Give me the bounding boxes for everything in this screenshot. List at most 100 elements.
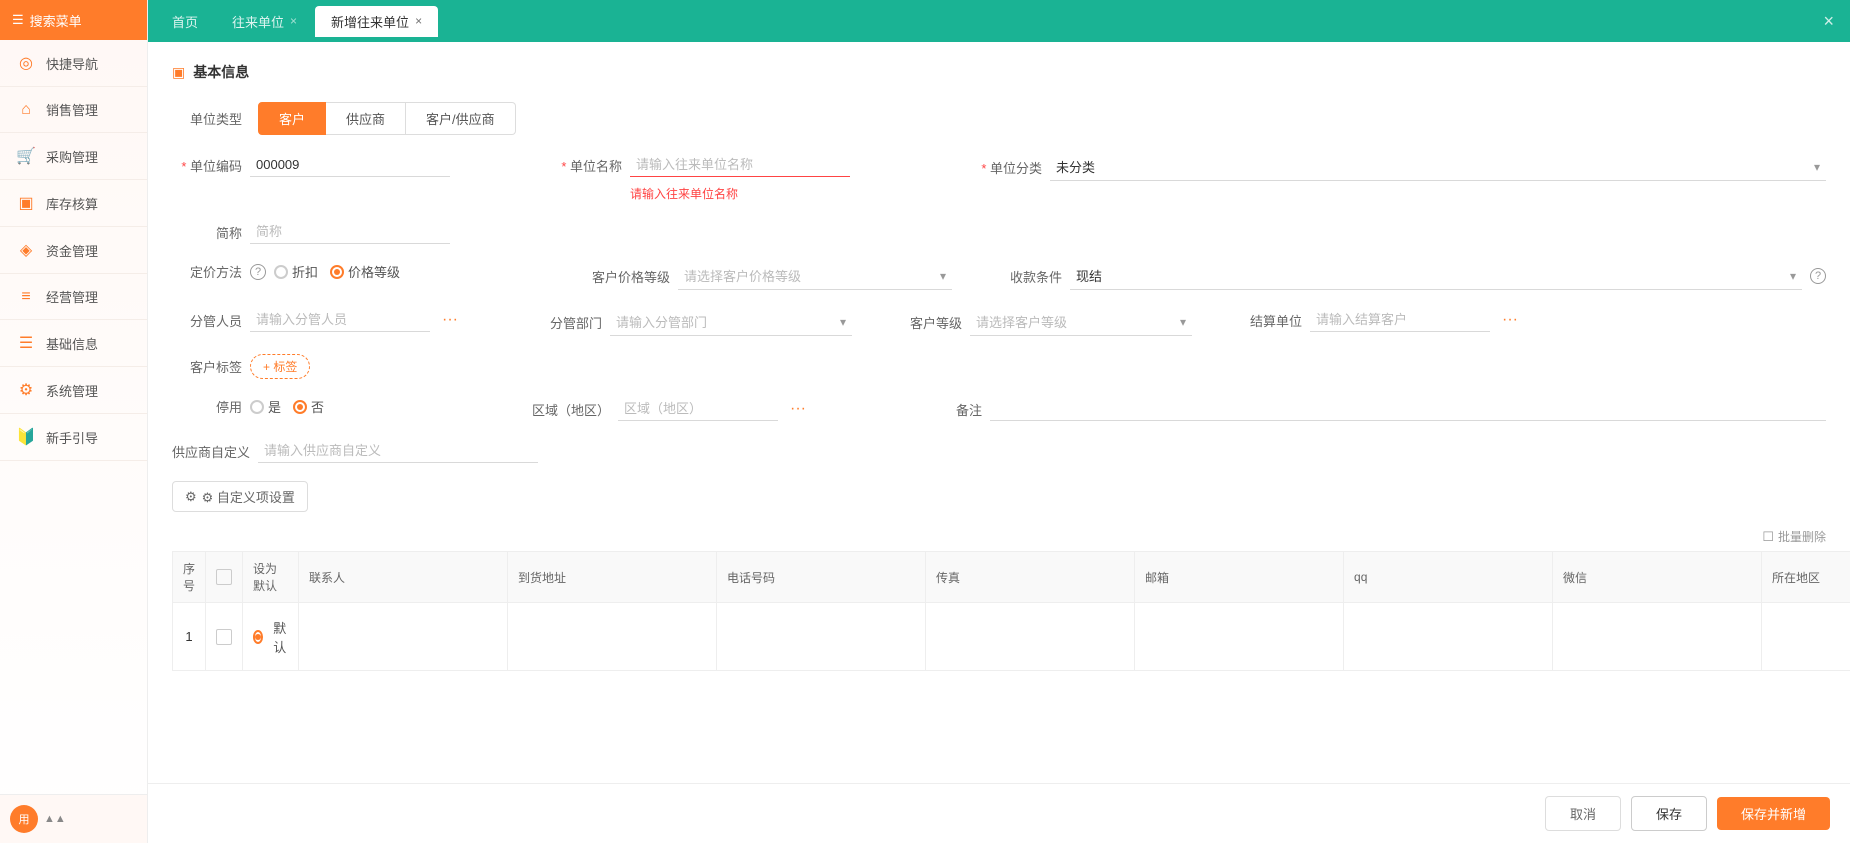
tab-partners-label: 往来单位: [232, 12, 284, 31]
customer-price-level-arrow: ▾: [940, 269, 946, 283]
email-input[interactable]: [1145, 625, 1333, 648]
sidebar-item-purchase[interactable]: 🛒 采购管理: [0, 133, 147, 180]
type-btn-customer[interactable]: 客户: [258, 102, 326, 135]
tab-new-partner[interactable]: 新增往来单位 ×: [315, 6, 438, 37]
radio-price-level[interactable]: 价格等级: [330, 262, 400, 281]
manager-input[interactable]: [250, 308, 430, 332]
header-checkbox[interactable]: [216, 569, 232, 585]
cell-default: 默认: [243, 603, 299, 671]
settlement-unit-input[interactable]: [1310, 308, 1490, 332]
payment-terms-select[interactable]: 现结 ▾: [1070, 262, 1802, 290]
region-input[interactable]: [1772, 625, 1850, 648]
quick-nav-icon: ◎: [16, 53, 36, 73]
unit-type-label: 单位类型: [172, 109, 242, 128]
tab-new-partner-close[interactable]: ×: [415, 14, 422, 28]
wechat-input[interactable]: [1563, 625, 1751, 648]
fax-input[interactable]: [936, 625, 1124, 648]
unit-category-arrow: ▾: [1814, 160, 1820, 174]
pricing-method-label: 定价方法: [172, 262, 242, 281]
customer-price-level-group: 客户价格等级 请选择客户价格等级 ▾: [592, 262, 952, 290]
sidebar-item-guide[interactable]: 🔰 新手引导: [0, 414, 147, 461]
manager-group: 分管人员 ···: [172, 308, 492, 332]
cancel-button[interactable]: 取消: [1545, 796, 1621, 831]
tab-partners-close[interactable]: ×: [290, 14, 297, 28]
section-title: 基本信息: [193, 62, 249, 82]
default-label: 默认: [271, 618, 288, 656]
operations-icon: ≡: [16, 288, 36, 306]
area-input[interactable]: [618, 397, 778, 421]
save-button[interactable]: 保存: [1631, 796, 1707, 831]
sidebar-item-finance[interactable]: ◈ 资金管理: [0, 227, 147, 274]
add-tag-button[interactable]: + 标签: [250, 354, 310, 379]
sidebar-item-operations[interactable]: ≡ 经营管理: [0, 274, 147, 320]
customer-price-level-select[interactable]: 请选择客户价格等级 ▾: [678, 262, 952, 290]
row-checkbox[interactable]: [216, 629, 232, 645]
radio-disabled-no[interactable]: 否: [293, 397, 324, 416]
unit-category-group: * 单位分类 未分类 ▾: [972, 153, 1826, 181]
unit-name-input[interactable]: [630, 153, 850, 177]
payment-terms-help-icon[interactable]: ?: [1810, 268, 1826, 284]
radio-disabled-yes[interactable]: 是: [250, 397, 281, 416]
supplier-custom-input[interactable]: [258, 439, 538, 463]
customer-level-select[interactable]: 请选择客户等级 ▾: [970, 308, 1192, 336]
purchase-icon: 🛒: [16, 146, 36, 166]
unit-code-input[interactable]: 000009: [250, 153, 450, 177]
pricing-help-icon[interactable]: ?: [250, 264, 266, 280]
search-icon: ☰: [12, 12, 24, 28]
form-row-supplier-custom: 供应商自定义: [172, 439, 1826, 463]
radio-discount[interactable]: 折扣: [274, 262, 318, 281]
unit-category-select[interactable]: 未分类 ▾: [1050, 153, 1826, 181]
form-row-tag: 客户标签 + 标签: [172, 354, 1826, 379]
sidebar-item-quick-nav[interactable]: ◎ 快捷导航: [0, 40, 147, 87]
type-btn-supplier[interactable]: 供应商: [326, 102, 406, 135]
address-input[interactable]: [518, 625, 706, 648]
tab-partners[interactable]: 往来单位 ×: [216, 6, 313, 37]
sidebar-search[interactable]: ☰ 搜索菜单: [0, 0, 147, 40]
col-qq: qq: [1344, 552, 1553, 603]
batch-delete-label[interactable]: 批量删除: [1778, 528, 1826, 545]
pricing-radio-group: 折扣 价格等级: [274, 262, 400, 281]
sidebar-item-basic[interactable]: ☰ 基础信息: [0, 320, 147, 367]
col-phone: 电话号码: [717, 552, 926, 603]
payment-terms-value: 现结: [1076, 266, 1102, 285]
customer-price-level-placeholder: 请选择客户价格等级: [684, 266, 801, 285]
settlement-unit-group: 结算单位 ···: [1232, 308, 1826, 332]
save-new-button[interactable]: 保存并新增: [1717, 797, 1830, 830]
sidebar: ☰ 搜索菜单 ◎ 快捷导航 ⌂ 销售管理 🛒 采购管理 ▣ 库存核算 ◈ 资金管…: [0, 0, 148, 843]
area-label: 区域（地区）: [532, 400, 610, 419]
payment-terms-group: 收款条件 现结 ▾ ?: [992, 262, 1826, 290]
form-row-disabled: 停用 是 否 区域（地区） ···: [172, 397, 1826, 421]
remark-input[interactable]: [990, 397, 1826, 421]
short-name-input[interactable]: [250, 220, 450, 244]
department-placeholder: 请输入分管部门: [616, 312, 707, 331]
cell-contact: [299, 603, 508, 671]
settings-gear-icon: ⚙: [185, 489, 197, 505]
area-more-btn[interactable]: ···: [786, 400, 810, 418]
unit-name-group: * 单位名称 请输入往来单位名称: [552, 153, 932, 202]
settlement-unit-more-btn[interactable]: ···: [1498, 311, 1522, 329]
manager-more-btn[interactable]: ···: [438, 311, 462, 329]
tab-home[interactable]: 首页: [156, 6, 214, 37]
batch-delete-icon: ☐: [1762, 529, 1774, 545]
user-info: ▲▲: [44, 813, 66, 825]
contact-input[interactable]: [309, 625, 497, 648]
unit-code-label: * 单位编码: [172, 156, 242, 175]
default-radio[interactable]: 默认: [253, 618, 288, 656]
phone-input[interactable]: [727, 625, 915, 648]
sidebar-item-system[interactable]: ⚙ 系统管理: [0, 367, 147, 414]
table-row: 1 默认: [173, 603, 1850, 671]
pricing-method-group: 定价方法 ? 折扣 价格等级: [172, 262, 552, 281]
radio-price-level-circle: [330, 265, 344, 279]
inventory-icon: ▣: [16, 193, 36, 213]
sidebar-item-sales[interactable]: ⌂ 销售管理: [0, 87, 147, 133]
sidebar-item-label: 基础信息: [46, 334, 98, 353]
custom-settings-button[interactable]: ⚙ ⚙ 自定义项设置: [172, 481, 308, 512]
qq-input[interactable]: [1354, 625, 1542, 648]
type-btn-both[interactable]: 客户/供应商: [406, 102, 516, 135]
tabbar-close-btn[interactable]: ×: [1815, 11, 1842, 32]
sidebar-item-label: 资金管理: [46, 241, 98, 260]
default-radio-circle: [253, 630, 263, 644]
department-select[interactable]: 请输入分管部门 ▾: [610, 308, 852, 336]
sidebar-item-inventory[interactable]: ▣ 库存核算: [0, 180, 147, 227]
col-seq: 序号: [173, 552, 206, 603]
